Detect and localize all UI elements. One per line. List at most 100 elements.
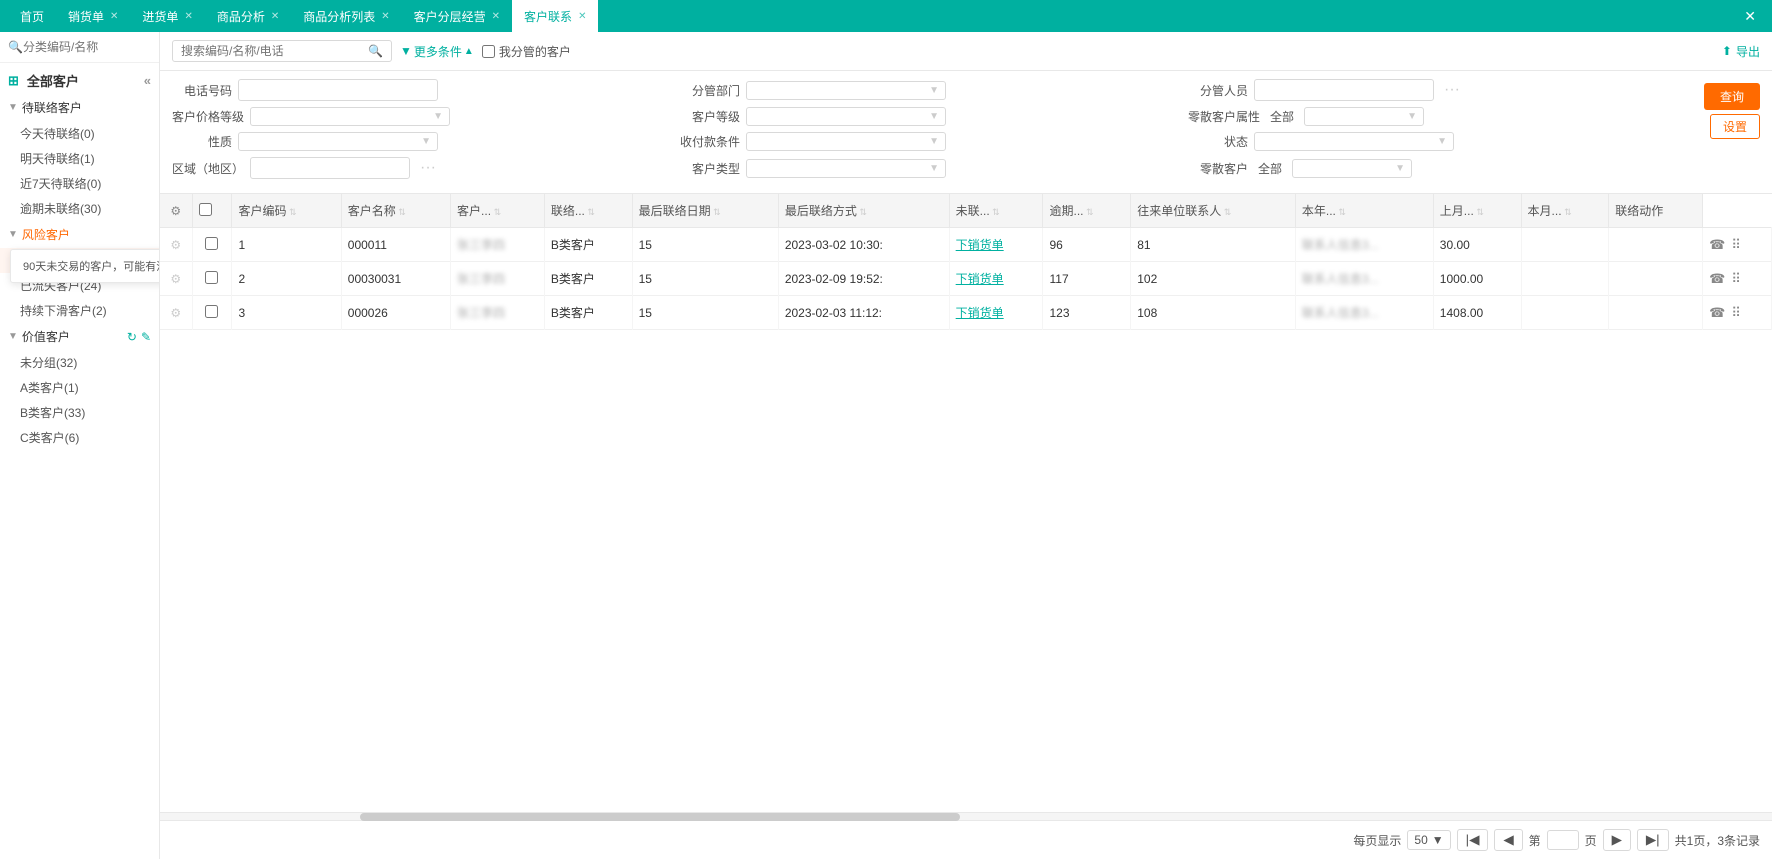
sidebar-item-tomorrow[interactable]: 明天待联络(1) <box>0 146 159 171</box>
status-select[interactable]: ▼ <box>1254 132 1454 151</box>
sort-person-icon[interactable]: ⇅ <box>1221 207 1231 217</box>
nav-tab-analysis-list[interactable]: 商品分析列表 ✕ <box>291 0 401 32</box>
sidebar-item-a-class[interactable]: A类客户(1) <box>0 375 159 400</box>
sort-code-icon[interactable]: ⇅ <box>287 207 297 217</box>
my-customer-checkbox[interactable]: 我分管的客户 <box>482 43 571 60</box>
manager-input[interactable] <box>1254 79 1434 101</box>
nature-dropdown-icon: ▼ <box>421 136 431 147</box>
sort-way-icon[interactable]: ⇅ <box>857 207 867 217</box>
scatter-attr-value: 全部 <box>1270 108 1294 125</box>
row-gear-icon[interactable]: ⚙ <box>170 238 181 252</box>
row-contact-person: 联系人信息3... <box>1295 296 1433 330</box>
customer-type-select[interactable]: ▼ <box>746 159 946 178</box>
nature-select[interactable]: ▼ <box>238 132 438 151</box>
region-ellipsis[interactable]: ··· <box>416 159 440 177</box>
export-button[interactable]: ⬆ 导出 <box>1722 43 1760 60</box>
prev-page-button[interactable]: ◀ <box>1494 829 1522 851</box>
row-gear-icon[interactable]: ⚙ <box>170 306 181 320</box>
th-this-month: 本月... ⇅ <box>1521 194 1609 228</box>
my-customer-check[interactable] <box>482 45 495 58</box>
scatter-attr-select[interactable]: ▼ <box>1304 107 1424 126</box>
first-page-button[interactable]: |◀ <box>1457 829 1489 851</box>
nav-tab-customer-layer[interactable]: 客户分层经营 ✕ <box>402 0 512 32</box>
close-tab-purchase[interactable]: ✕ <box>184 11 192 22</box>
row-contact-count: 15 <box>632 228 778 262</box>
action-phone-icon[interactable]: ☎ <box>1709 271 1725 287</box>
sidebar-item-declining[interactable]: 持续下滑客户(2) <box>0 298 159 323</box>
nav-tab-customer-contact[interactable]: 客户联系 ✕ <box>512 0 598 32</box>
close-tab-analysis-list[interactable]: ✕ <box>381 11 389 22</box>
row-last-way[interactable]: 下销货单 <box>949 228 1043 262</box>
more-filter-btn[interactable]: ▼ 更多条件 ▲ <box>400 43 474 60</box>
sort-name-icon[interactable]: ⇅ <box>396 207 406 217</box>
close-tab-sales[interactable]: ✕ <box>110 11 118 22</box>
home-tab[interactable]: 首页 <box>8 8 56 25</box>
sidebar-item-c-class[interactable]: C类客户(6) <box>0 425 159 450</box>
sort-year-icon[interactable]: ⇅ <box>1336 207 1346 217</box>
refresh-icon[interactable]: ↻ <box>127 330 137 344</box>
nav-tab-sales[interactable]: 销货单 ✕ <box>56 0 130 32</box>
sort-overdue-icon[interactable]: ⇅ <box>1084 207 1094 217</box>
close-window-button[interactable]: ✕ <box>1736 8 1764 25</box>
row-last-way[interactable]: 下销货单 <box>949 262 1043 296</box>
sort-uncontacted-icon[interactable]: ⇅ <box>990 207 1000 217</box>
sort-contact-icon[interactable]: ⇅ <box>585 207 595 217</box>
row-select-checkbox[interactable] <box>205 271 218 284</box>
nav-tab-analysis[interactable]: 商品分析 ✕ <box>205 0 291 32</box>
sort-tmonth-icon[interactable]: ⇅ <box>1562 207 1572 217</box>
page-size-selector[interactable]: 50 ▼ <box>1407 830 1450 850</box>
nav-tab-purchase[interactable]: 进货单 ✕ <box>130 0 204 32</box>
manager-ellipsis[interactable]: ··· <box>1440 81 1464 99</box>
payment-select[interactable]: ▼ <box>746 132 946 151</box>
row-gear-icon[interactable]: ⚙ <box>170 272 181 286</box>
scatter-customer-select[interactable]: ▼ <box>1292 159 1412 178</box>
setting-button[interactable]: 设置 <box>1710 114 1760 139</box>
close-tab-customer-layer[interactable]: ✕ <box>492 11 500 22</box>
price-grade-select[interactable]: ▼ <box>250 107 450 126</box>
phone-input[interactable] <box>238 79 438 101</box>
action-more-icon[interactable]: ⠿ <box>1731 271 1741 287</box>
sidebar-item-overdue[interactable]: 逾期未联络(30) <box>0 196 159 221</box>
sidebar-item-b-class[interactable]: B类客户(33) <box>0 400 159 425</box>
sidebar-search-input[interactable] <box>23 40 160 54</box>
action-phone-icon[interactable]: ☎ <box>1709 237 1725 253</box>
sort-date-icon[interactable]: ⇅ <box>711 207 721 217</box>
region-input[interactable] <box>250 157 410 179</box>
row-checkbox <box>192 262 232 296</box>
collapse-sidebar-icon[interactable]: « <box>144 73 151 88</box>
close-tab-analysis[interactable]: ✕ <box>271 11 279 22</box>
grade-select[interactable]: ▼ <box>746 107 946 126</box>
action-more-icon[interactable]: ⠿ <box>1731 305 1741 321</box>
sidebar-item-7days[interactable]: 近7天待联络(0) <box>0 171 159 196</box>
scrollbar-thumb[interactable] <box>360 813 960 821</box>
customer-table: ⚙ 客户编码 ⇅ 客户名称 ⇅ 客户... ⇅ 联络... ⇅ 最后联络日期 ⇅… <box>160 194 1772 330</box>
horizontal-scrollbar[interactable] <box>160 812 1772 820</box>
page-number-input[interactable]: 1 <box>1547 830 1579 850</box>
action-phone-icon[interactable]: ☎ <box>1709 305 1725 321</box>
query-button[interactable]: 查询 <box>1704 83 1760 110</box>
dept-select[interactable]: ▼ <box>746 81 946 100</box>
last-page-button[interactable]: ▶| <box>1637 829 1669 851</box>
search-box: 🔍 <box>172 40 392 62</box>
row-select-checkbox[interactable] <box>205 237 218 250</box>
payment-dropdown-icon: ▼ <box>929 136 939 147</box>
next-page-button[interactable]: ▶ <box>1603 829 1631 851</box>
edit-icon[interactable]: ✎ <box>141 330 151 344</box>
row-last-month <box>1521 296 1609 330</box>
settings-gear-icon[interactable]: ⚙ <box>170 204 181 218</box>
sort-type-icon[interactable]: ⇅ <box>491 207 501 217</box>
main-search-icon[interactable]: 🔍 <box>368 44 383 58</box>
sidebar-item-ungrouped[interactable]: 未分组(32) <box>0 350 159 375</box>
sidebar-group-value-title[interactable]: ▼ 价值客户 ↻ ✎ <box>0 323 159 350</box>
main-search-input[interactable] <box>181 44 368 58</box>
close-tab-customer-contact[interactable]: ✕ <box>578 11 586 22</box>
sort-lmonth-icon[interactable]: ⇅ <box>1474 207 1484 217</box>
row-select-checkbox[interactable] <box>205 305 218 318</box>
select-all-checkbox[interactable] <box>199 203 212 216</box>
action-more-icon[interactable]: ⠿ <box>1731 237 1741 253</box>
sidebar-group-risk-title[interactable]: ▼ 风险客户 <box>0 221 159 248</box>
row-last-way[interactable]: 下销货单 <box>949 296 1043 330</box>
row-name: 张三李四 <box>451 296 545 330</box>
sidebar-group-pending-title[interactable]: ▼ 待联络客户 <box>0 94 159 121</box>
sidebar-item-today[interactable]: 今天待联络(0) <box>0 121 159 146</box>
